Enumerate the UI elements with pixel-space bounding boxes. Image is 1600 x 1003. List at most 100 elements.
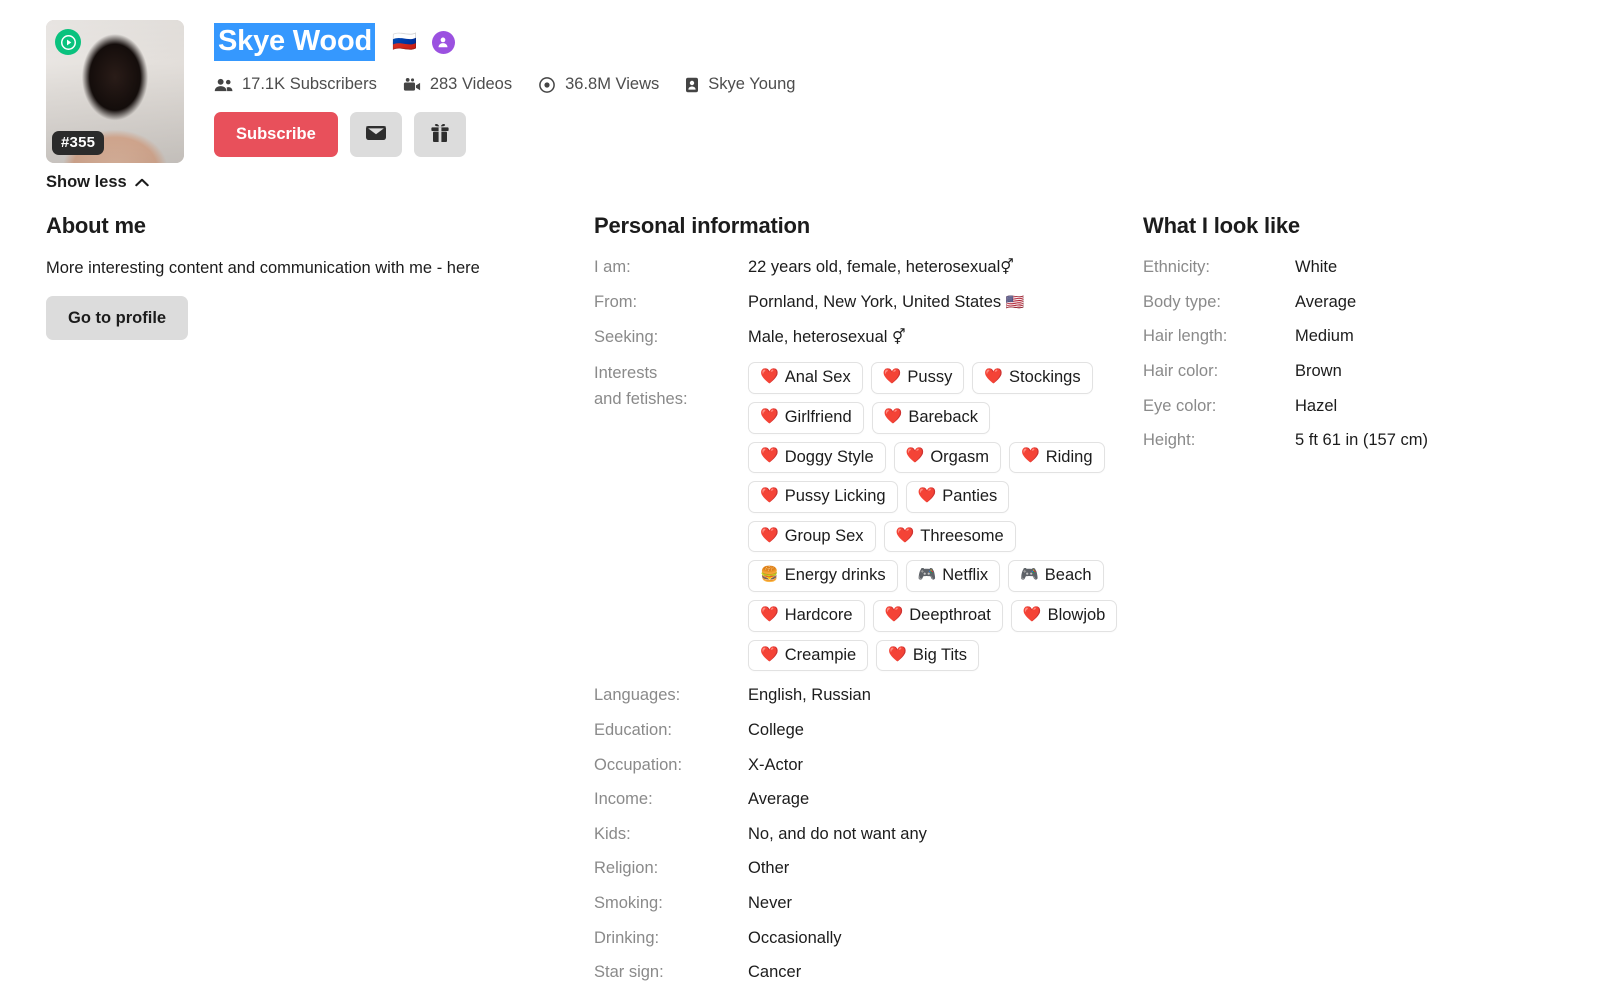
info-value: Medium bbox=[1295, 327, 1354, 346]
profile-name-row: Skye Wood 🇷🇺 bbox=[214, 23, 821, 61]
interest-tag[interactable]: ❤️ Anal Sex bbox=[748, 362, 863, 394]
play-icon[interactable] bbox=[55, 29, 81, 55]
interest-tag-emoji-icon: ❤️ bbox=[760, 526, 779, 544]
go-to-profile-button[interactable]: Go to profile bbox=[46, 296, 189, 341]
interest-tag[interactable]: ❤️ Pussy bbox=[870, 362, 965, 394]
interest-tag-label: Creampie bbox=[784, 645, 857, 664]
interest-tag-emoji-icon: ❤️ bbox=[760, 487, 779, 505]
interest-tag[interactable]: ❤️ Deepthroat bbox=[872, 600, 1003, 632]
info-value: Occasionally bbox=[748, 928, 842, 947]
interest-tag-emoji-icon: ❤️ bbox=[882, 368, 902, 386]
info-value: Brown bbox=[1295, 361, 1342, 380]
personal-bottom-rows: Languages: English, Russian Education: Coll… bbox=[594, 685, 1134, 983]
about-me-text: More interesting content and communicati… bbox=[46, 259, 480, 277]
interest-tag[interactable]: ❤️ Pussy Licking bbox=[748, 481, 898, 513]
interest-tag-emoji-icon: 🎮 bbox=[917, 566, 937, 584]
interest-tag[interactable]: ❤️ Riding bbox=[1009, 441, 1105, 474]
interest-tag-emoji-icon: ❤️ bbox=[888, 645, 907, 663]
info-value: Pornland, New York, United States 🇺🇸 bbox=[748, 292, 1024, 313]
info-value: English, Russian bbox=[748, 686, 871, 705]
profile-page: #355 Skye Wood 🇷🇺 17.1K Subscribers 283 … bbox=[0, 0, 1600, 1003]
avatar[interactable]: #355 bbox=[46, 20, 184, 163]
interest-tag-label: Blowjob bbox=[1047, 606, 1106, 624]
what-i-look-like-section: What I look like Ethnicity: White Body typ… bbox=[1143, 213, 1523, 465]
interest-tag[interactable]: ❤️ Girlfriend bbox=[748, 401, 864, 434]
interest-tag-list: ❤️ Anal Sex ❤️ Pussy ❤️ Stockings ❤️ Girlfriend… bbox=[748, 361, 1120, 672]
profile-actions: Subscribe bbox=[214, 112, 821, 157]
message-button[interactable] bbox=[349, 112, 402, 157]
interest-tag-label: Riding bbox=[1045, 447, 1093, 466]
info-value: Hazel bbox=[1295, 396, 1338, 415]
interest-tag[interactable]: ❤️ Threesome bbox=[883, 520, 1016, 553]
interest-tag[interactable]: ❤️ Panties bbox=[905, 481, 1010, 513]
interest-tag-emoji-icon: ❤️ bbox=[760, 447, 779, 465]
interest-tag-label: Stockings bbox=[1009, 368, 1081, 387]
info-row: Education: College bbox=[594, 720, 1134, 741]
info-row: Languages: English, Russian bbox=[594, 685, 1134, 706]
interest-tag[interactable]: ❤️ Group Sex bbox=[748, 520, 876, 553]
info-value: 5 ft 61 in (157 cm) bbox=[1295, 431, 1428, 450]
interests-label-line2: and fetishes: bbox=[594, 389, 688, 408]
interest-tag[interactable]: ❤️ Hardcore bbox=[748, 600, 865, 632]
interest-tag[interactable]: ❤️ Big Tits bbox=[876, 639, 980, 672]
info-label: Body type: bbox=[1143, 292, 1221, 311]
interest-tag-emoji-icon: ❤️ bbox=[760, 645, 779, 663]
interest-tag-label: Threesome bbox=[920, 526, 1004, 545]
id-card-icon bbox=[685, 77, 699, 93]
info-row: Drinking: Occasionally bbox=[594, 928, 1134, 949]
interest-tag-label: Pussy bbox=[907, 368, 953, 387]
what-i-look-like-title: What I look like bbox=[1143, 213, 1300, 238]
info-value: Other bbox=[748, 859, 790, 878]
interest-tag[interactable]: 🍔 Energy drinks bbox=[748, 560, 898, 592]
interest-tag-emoji-icon: ❤️ bbox=[760, 407, 779, 425]
video-camera-icon bbox=[403, 77, 421, 93]
page-title: Skye Wood bbox=[214, 23, 375, 61]
info-label: Education: bbox=[594, 720, 672, 739]
info-row: Religion: Other bbox=[594, 858, 1134, 879]
stat-views-value: 36.8M Views bbox=[565, 75, 660, 93]
info-label: Languages: bbox=[594, 686, 681, 705]
profile-header: #355 Skye Wood 🇷🇺 17.1K Subscribers 283 … bbox=[46, 20, 821, 163]
interest-tag[interactable]: ❤️ Creampie bbox=[748, 639, 869, 672]
profile-stats: 17.1K Subscribers 283 Videos 36.8M Views… bbox=[214, 75, 821, 94]
interest-tag-label: Doggy Style bbox=[784, 447, 874, 466]
info-label: Religion: bbox=[594, 859, 659, 878]
stat-views: 36.8M Views bbox=[538, 75, 659, 94]
info-row: Height: 5 ft 61 in (157 cm) bbox=[1143, 430, 1523, 451]
info-row: Occupation: X-Actor bbox=[594, 755, 1134, 776]
interest-tag[interactable]: ❤️ Orgasm bbox=[893, 441, 1002, 474]
stat-real-name: Skye Young bbox=[685, 75, 795, 94]
stat-videos-value: 283 Videos bbox=[429, 75, 513, 93]
info-value: Cancer bbox=[748, 963, 802, 982]
info-label: Income: bbox=[594, 790, 653, 809]
stat-real-name-value: Skye Young bbox=[708, 75, 796, 93]
info-label: Hair color: bbox=[1143, 361, 1219, 380]
interest-tag[interactable]: ❤️ Doggy Style bbox=[748, 441, 886, 474]
interest-tag[interactable]: 🎮 Netflix bbox=[905, 560, 1001, 592]
info-row: Hair length: Medium bbox=[1143, 326, 1523, 347]
interest-tag[interactable]: ❤️ Blowjob bbox=[1010, 600, 1118, 632]
subscribe-button[interactable]: Subscribe bbox=[214, 112, 338, 157]
info-value: X-Actor bbox=[748, 755, 804, 774]
interest-tag[interactable]: ❤️ Bareback bbox=[871, 401, 991, 434]
interest-tag[interactable]: 🎮 Beach bbox=[1008, 560, 1104, 592]
profile-header-right: Skye Wood 🇷🇺 17.1K Subscribers 283 Video… bbox=[214, 20, 821, 157]
interest-tag-emoji-icon: ❤️ bbox=[760, 368, 779, 386]
info-value-text: Male, heterosexual bbox=[748, 327, 888, 346]
info-value: Average bbox=[1295, 292, 1357, 311]
stat-subscribers: 17.1K Subscribers bbox=[214, 75, 377, 94]
people-icon bbox=[214, 77, 233, 93]
interest-tag-emoji-icon: 🍔 bbox=[760, 566, 779, 584]
info-value: Average bbox=[748, 790, 810, 809]
interest-tag-label: Hardcore bbox=[784, 606, 853, 624]
info-row-from: From: Pornland, New York, United States … bbox=[594, 292, 1134, 313]
looks-rows: Ethnicity: White Body type: Average Hair len… bbox=[1143, 257, 1523, 451]
info-row: Hair color: Brown bbox=[1143, 361, 1523, 382]
rank-badge: #355 bbox=[52, 131, 105, 155]
show-less-toggle[interactable]: Show less bbox=[46, 173, 149, 192]
gift-button[interactable] bbox=[413, 112, 466, 157]
interest-tag[interactable]: ❤️ Stockings bbox=[972, 362, 1093, 394]
info-label: Hair length: bbox=[1143, 327, 1228, 346]
info-value: College bbox=[748, 720, 804, 739]
info-row: Smoking: Never bbox=[594, 893, 1134, 914]
